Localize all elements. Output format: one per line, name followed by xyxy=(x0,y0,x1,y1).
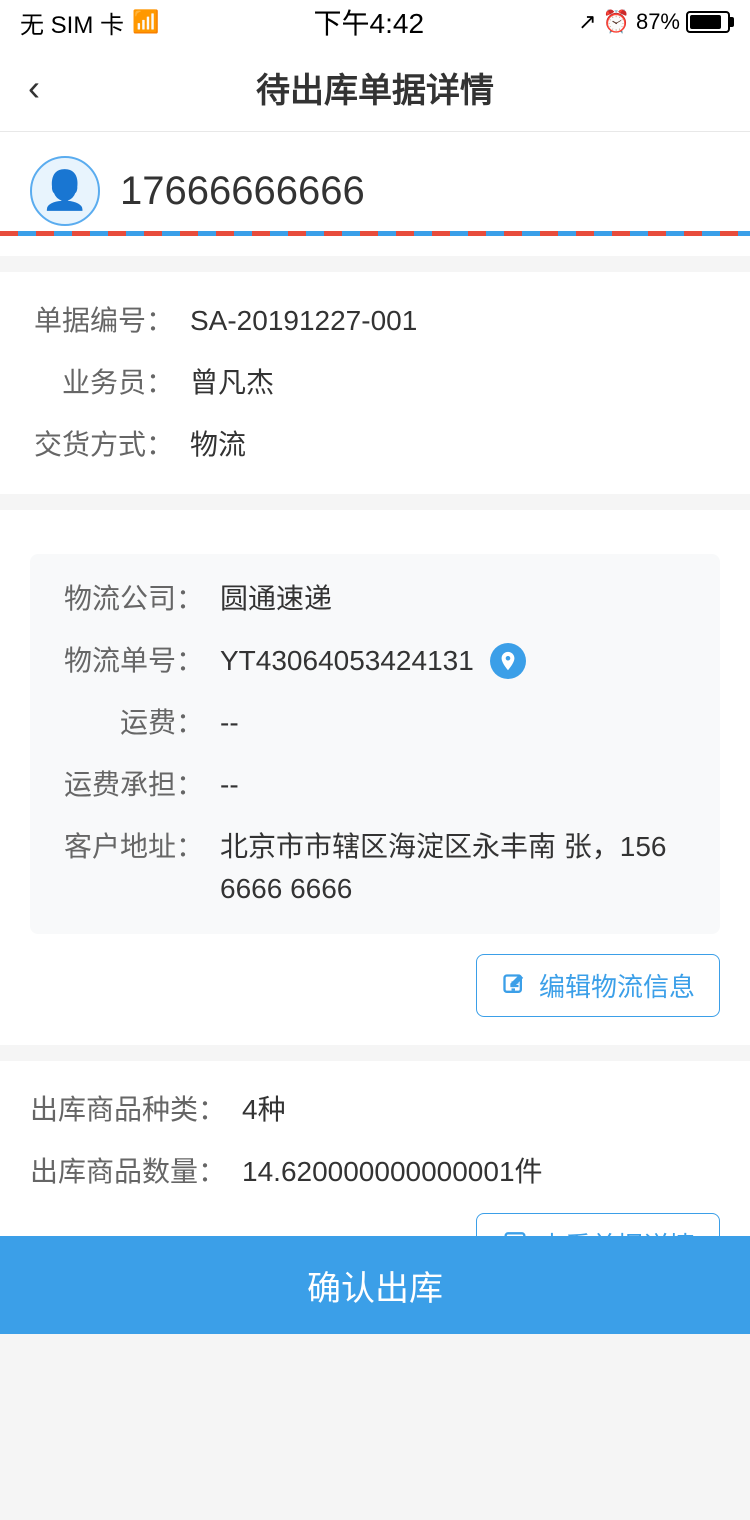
logistics-company-row: 物流公司： 圆通速递 xyxy=(60,578,690,620)
goods-qty-row: 出库商品数量： 14.620000000000001件 xyxy=(30,1151,720,1193)
goods-qty-label: 出库商品数量： xyxy=(30,1151,242,1193)
basic-info-section: 单据编号： SA-20191227-001 业务员： 曾凡杰 交货方式： 物流 xyxy=(0,272,750,494)
wifi-icon: 📶 xyxy=(132,9,159,35)
battery-fill xyxy=(690,15,721,29)
location-status-icon: ↗ xyxy=(578,9,596,35)
goods-qty-value: 14.620000000000001件 xyxy=(242,1151,720,1193)
order-no-row: 单据编号： SA-20191227-001 xyxy=(30,300,720,342)
address-row: 客户地址： 北京市市辖区海淀区永丰南 张，156 6666 6666 xyxy=(60,826,690,910)
freight-value: -- xyxy=(220,702,690,744)
confirm-outbound-button[interactable]: 确认出库 xyxy=(0,1236,750,1334)
tracking-location-icon[interactable] xyxy=(490,643,526,679)
order-no-value: SA-20191227-001 xyxy=(190,300,720,342)
address-value: 北京市市辖区海淀区永丰南 张，156 6666 6666 xyxy=(220,826,690,910)
phone-header: 👤 17666666666 xyxy=(0,132,750,226)
status-bar: 无 SIM 卡 📶 下午4:42 ↗ ⏰ 87% xyxy=(0,0,750,44)
alarm-icon: ⏰ xyxy=(603,9,630,35)
status-time: 下午4:42 xyxy=(314,2,425,42)
salesperson-label: 业务员： xyxy=(30,362,190,404)
delivery-method-row: 交货方式： 物流 xyxy=(30,424,720,466)
edit-icon xyxy=(501,972,529,1000)
salesperson-value: 曾凡杰 xyxy=(190,362,720,404)
tracking-no-label: 物流单号： xyxy=(60,640,220,682)
fancy-divider xyxy=(0,226,750,236)
freight-row: 运费： -- xyxy=(60,702,690,744)
delivery-method-value: 物流 xyxy=(190,424,720,466)
phone-header-section: 👤 17666666666 xyxy=(0,132,750,256)
battery-icon xyxy=(686,11,730,33)
back-button[interactable]: ‹ xyxy=(28,67,40,109)
goods-types-row: 出库商品种类： 4种 xyxy=(30,1089,720,1131)
bottom-spacer xyxy=(0,1320,750,1520)
avatar: 👤 xyxy=(30,156,100,226)
freight-bear-value: -- xyxy=(220,764,690,806)
delivery-method-label: 交货方式： xyxy=(30,424,190,466)
logistics-company-value: 圆通速递 xyxy=(220,578,690,620)
status-carrier: 无 SIM 卡 📶 xyxy=(20,5,159,40)
goods-types-label: 出库商品种类： xyxy=(30,1089,242,1131)
logistics-inner: 物流公司： 圆通速递 物流单号： YT43064053424131 运费： --… xyxy=(30,554,720,934)
tracking-no-row: 物流单号： YT43064053424131 xyxy=(60,640,690,682)
battery-percent: 87% xyxy=(636,9,680,35)
goods-types-value: 4种 xyxy=(242,1089,720,1131)
edit-logistics-button[interactable]: 编辑物流信息 xyxy=(476,954,720,1017)
person-icon: 👤 xyxy=(41,169,88,213)
freight-bear-label: 运费承担： xyxy=(60,764,220,806)
status-right: ↗ ⏰ 87% xyxy=(578,9,730,35)
gap1 xyxy=(0,256,750,272)
logistics-company-label: 物流公司： xyxy=(60,578,220,620)
nav-bar: ‹ 待出库单据详情 xyxy=(0,44,750,132)
edit-btn-row: 编辑物流信息 xyxy=(30,954,720,1017)
tracking-no-value: YT43064053424131 xyxy=(220,640,474,682)
map-pin-icon xyxy=(497,650,519,672)
tracking-no-value-row: YT43064053424131 xyxy=(220,640,690,682)
freight-label: 运费： xyxy=(60,702,220,744)
logistics-section: 物流公司： 圆通速递 物流单号： YT43064053424131 运费： --… xyxy=(0,510,750,1045)
page-title: 待出库单据详情 xyxy=(256,63,494,112)
address-label: 客户地址： xyxy=(60,826,220,868)
edit-logistics-label: 编辑物流信息 xyxy=(539,967,695,1004)
confirm-btn-label: 确认出库 xyxy=(307,1261,443,1310)
freight-bear-row: 运费承担： -- xyxy=(60,764,690,806)
fancy-divider-inner xyxy=(0,231,750,236)
order-no-label: 单据编号： xyxy=(30,300,190,342)
salesperson-row: 业务员： 曾凡杰 xyxy=(30,362,720,404)
phone-number: 17666666666 xyxy=(120,169,365,214)
